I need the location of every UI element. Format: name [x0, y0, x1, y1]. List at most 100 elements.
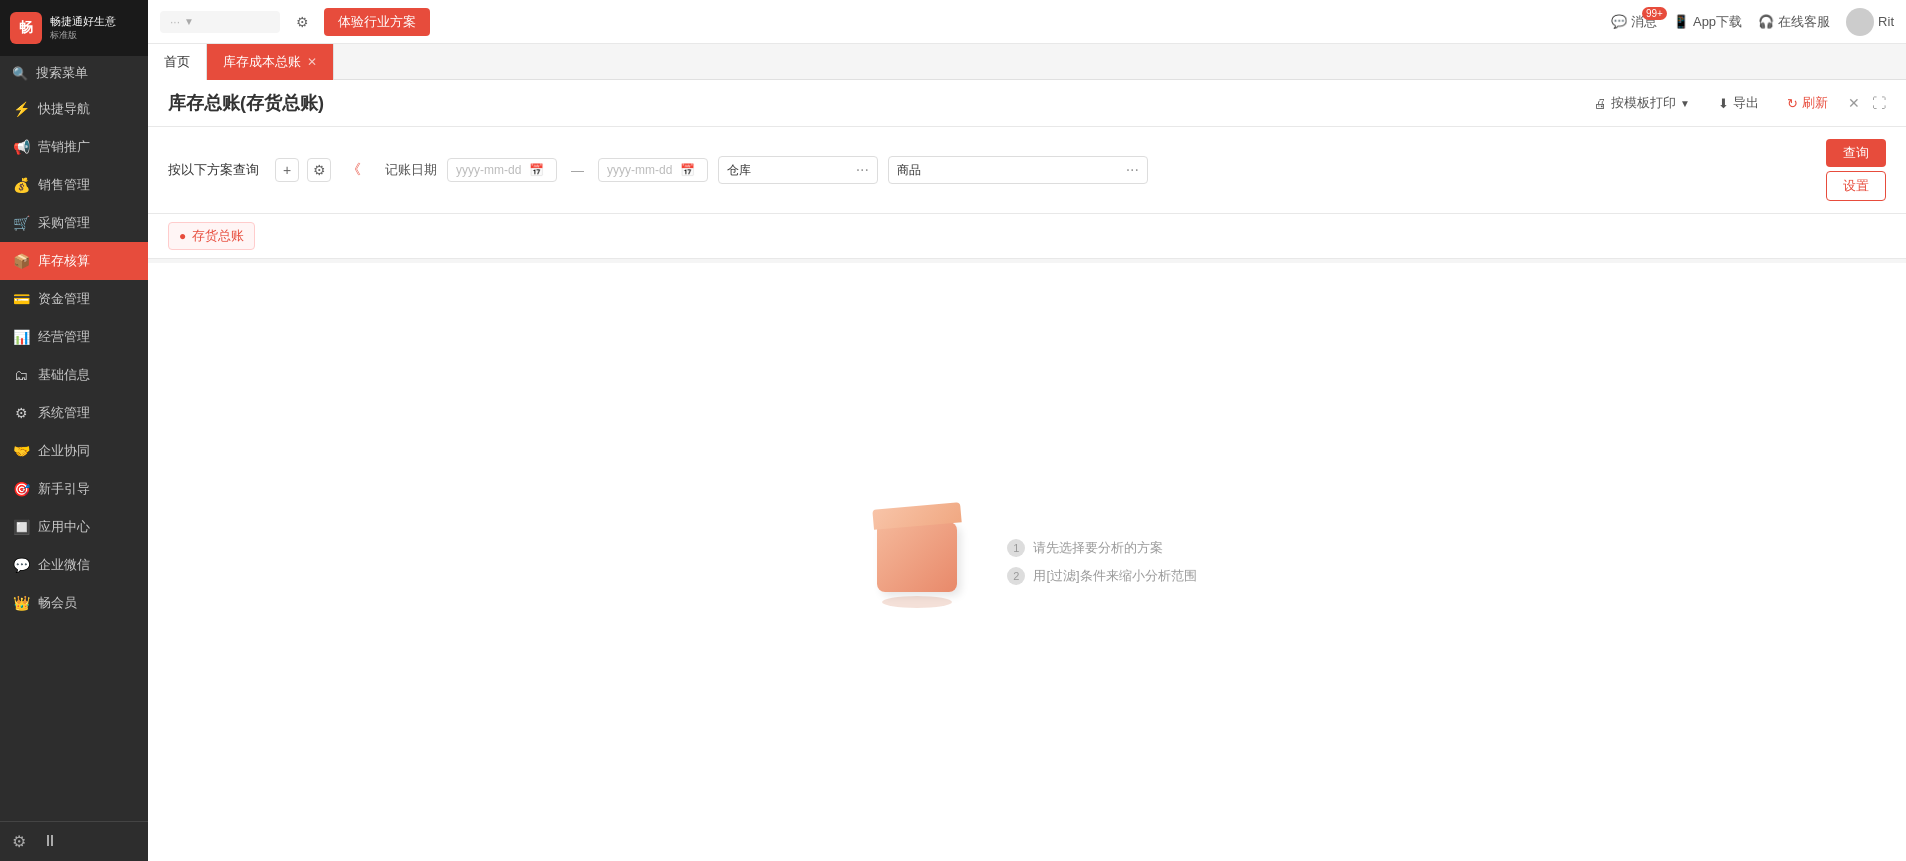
sidebar-footer: ⚙ ⏸: [0, 821, 148, 861]
hint-num-1: 1: [1007, 539, 1025, 557]
print-template-button[interactable]: 🖨 按模板打印 ▼: [1586, 90, 1698, 116]
goods-label: 商品: [897, 162, 921, 179]
scheme-item-inventory[interactable]: ● 存货总账: [168, 222, 255, 250]
sidebar-item-label: 应用中心: [38, 518, 90, 536]
panel-expand-icon[interactable]: ⛶: [1872, 95, 1886, 111]
sidebar-item-label: 基础信息: [38, 366, 90, 384]
scheme-item-label: 存货总账: [192, 227, 244, 245]
warehouse-label: 仓库: [727, 162, 751, 179]
sidebar-nav: ⚡ 快捷导航 📢 营销推广 💰 销售管理 🛒 采购管理 📦 库存核算 💳 资金管…: [0, 90, 148, 821]
sidebar-item-basic[interactable]: 🗂 基础信息: [0, 356, 148, 394]
app-logo: 畅 畅捷通好生意 标准版: [0, 0, 148, 56]
sidebar-item-label: 采购管理: [38, 214, 90, 232]
date-start-placeholder: yyyy-mm-dd: [456, 163, 521, 177]
collapse-filter-button[interactable]: 《: [347, 161, 361, 179]
calendar-end-icon[interactable]: 📅: [680, 163, 695, 177]
cooperation-icon: 🤝: [12, 443, 30, 459]
online-service-label: 在线客服: [1778, 13, 1830, 31]
sidebar-item-label: 快捷导航: [38, 100, 90, 118]
sidebar-item-label: 企业微信: [38, 556, 90, 574]
date-end-placeholder: yyyy-mm-dd: [607, 163, 672, 177]
tab-inventory-cost[interactable]: 库存成本总账 ✕: [207, 44, 334, 80]
sidebar-item-appstore[interactable]: 🔲 应用中心: [0, 508, 148, 546]
empty-content: 1 请先选择要分析的方案 2 用[过滤]条件来缩小分析范围: [857, 502, 1196, 622]
chevron-down-icon: ▼: [1680, 98, 1690, 109]
scheme-icon: ●: [179, 229, 186, 243]
filter-section-header: 按以下方案查询 + ⚙ 《 记账日期 yyyy-mm-dd 📅 — y: [148, 127, 1906, 214]
calendar-start-icon[interactable]: 📅: [529, 163, 544, 177]
wechat-icon: 💬: [12, 557, 30, 573]
breadcrumb-text: ···: [170, 15, 180, 29]
warehouse-select[interactable]: 仓库 ···: [718, 156, 878, 184]
scheme-area: ● 存货总账: [148, 214, 1906, 259]
hint-item-1: 1 请先选择要分析的方案: [1007, 539, 1196, 557]
avatar: [1846, 8, 1874, 36]
date-end-input[interactable]: yyyy-mm-dd 📅: [598, 158, 708, 182]
goods-select[interactable]: 商品 ···: [888, 156, 1148, 184]
message-icon: 💬: [1611, 14, 1627, 29]
quick-nav-icon: ⚡: [12, 101, 30, 117]
content-area: 库存总账(存货总账) 🖨 按模板打印 ▼ ⬇ 导出 ↻ 刷新 ✕ ⛶: [148, 80, 1906, 861]
basic-icon: 🗂: [12, 367, 30, 383]
industry-solution-button[interactable]: 体验行业方案: [324, 8, 430, 36]
empty-state: 1 请先选择要分析的方案 2 用[过滤]条件来缩小分析范围: [148, 263, 1906, 861]
sidebar-item-purchase[interactable]: 🛒 采购管理: [0, 204, 148, 242]
purchase-icon: 🛒: [12, 215, 30, 231]
plus-icon: +: [283, 162, 291, 178]
sidebar-item-member[interactable]: 👑 畅会员: [0, 584, 148, 622]
member-icon: 👑: [12, 595, 30, 611]
sidebar-item-quick-nav[interactable]: ⚡ 快捷导航: [0, 90, 148, 128]
sidebar-item-inventory[interactable]: 📦 库存核算: [0, 242, 148, 280]
sidebar-item-marketing[interactable]: 📢 营销推广: [0, 128, 148, 166]
sidebar-item-label: 企业协同: [38, 442, 90, 460]
online-service-button[interactable]: 🎧 在线客服: [1758, 13, 1830, 31]
main-area: ··· ▼ ⚙ 体验行业方案 💬 消息 99+ 📱 App下载 🎧 在线客服 R…: [148, 0, 1906, 861]
date-separator: —: [571, 163, 584, 178]
app-download-button[interactable]: 📱 App下载: [1673, 13, 1742, 31]
messages-button[interactable]: 💬 消息 99+: [1611, 13, 1657, 31]
footer-settings-icon[interactable]: ⚙: [12, 832, 26, 851]
close-tab-icon[interactable]: ✕: [307, 55, 317, 69]
sidebar-item-operation[interactable]: 📊 经营管理: [0, 318, 148, 356]
search-menu[interactable]: 🔍 搜索菜单: [0, 56, 148, 90]
sidebar-item-sales[interactable]: 💰 销售管理: [0, 166, 148, 204]
box-shadow: [882, 596, 952, 608]
headset-icon: 🎧: [1758, 14, 1774, 29]
settings-icon: ⚙: [313, 162, 326, 178]
sidebar-item-finance[interactable]: 💳 资金管理: [0, 280, 148, 318]
tabs-bar: 首页 库存成本总账 ✕: [148, 44, 1906, 80]
footer-audio-icon[interactable]: ⏸: [42, 832, 58, 851]
operation-icon: 📊: [12, 329, 30, 345]
newbie-icon: 🎯: [12, 481, 30, 497]
sidebar-item-system[interactable]: ⚙ 系统管理: [0, 394, 148, 432]
settings-button[interactable]: 设置: [1826, 171, 1886, 201]
app-version: 标准版: [50, 29, 116, 42]
hint-text-2: 用[过滤]条件来缩小分析范围: [1033, 567, 1196, 585]
topbar: ··· ▼ ⚙ 体验行业方案 💬 消息 99+ 📱 App下载 🎧 在线客服 R…: [148, 0, 1906, 44]
add-filter-button[interactable]: +: [275, 158, 299, 182]
date-start-input[interactable]: yyyy-mm-dd 📅: [447, 158, 557, 182]
filter-controls: 记账日期 yyyy-mm-dd 📅 — yyyy-mm-dd 📅 仓库 ··· …: [385, 139, 1886, 201]
box-lid: [873, 502, 962, 530]
print-icon: 🖨: [1594, 96, 1607, 111]
phone-icon: 📱: [1673, 14, 1689, 29]
sidebar-item-cooperation[interactable]: 🤝 企业协同: [0, 432, 148, 470]
filter-settings-button[interactable]: ⚙: [307, 158, 331, 182]
logo-icon: 畅: [10, 12, 42, 44]
topbar-settings-icon[interactable]: ⚙: [288, 8, 316, 36]
sidebar-item-wechat[interactable]: 💬 企业微信: [0, 546, 148, 584]
search-icon: 🔍: [12, 66, 28, 81]
panel-close-icon[interactable]: ✕: [1848, 95, 1860, 111]
sidebar: 畅 畅捷通好生意 标准版 🔍 搜索菜单 ⚡ 快捷导航 📢 营销推广 💰 销售管理…: [0, 0, 148, 861]
refresh-button[interactable]: ↻ 刷新: [1779, 90, 1836, 116]
query-button[interactable]: 查询: [1826, 139, 1886, 167]
header-actions: 🖨 按模板打印 ▼ ⬇ 导出 ↻ 刷新 ✕ ⛶: [1586, 90, 1886, 116]
tab-home[interactable]: 首页: [148, 44, 207, 80]
breadcrumb[interactable]: ··· ▼: [160, 11, 280, 33]
user-avatar-area[interactable]: Rit: [1846, 8, 1894, 36]
warehouse-more-icon: ···: [856, 161, 869, 179]
export-button[interactable]: ⬇ 导出: [1710, 90, 1767, 116]
export-label: 导出: [1733, 94, 1759, 112]
sidebar-item-newbie[interactable]: 🎯 新手引导: [0, 470, 148, 508]
page-header: 库存总账(存货总账) 🖨 按模板打印 ▼ ⬇ 导出 ↻ 刷新 ✕ ⛶: [148, 80, 1906, 127]
